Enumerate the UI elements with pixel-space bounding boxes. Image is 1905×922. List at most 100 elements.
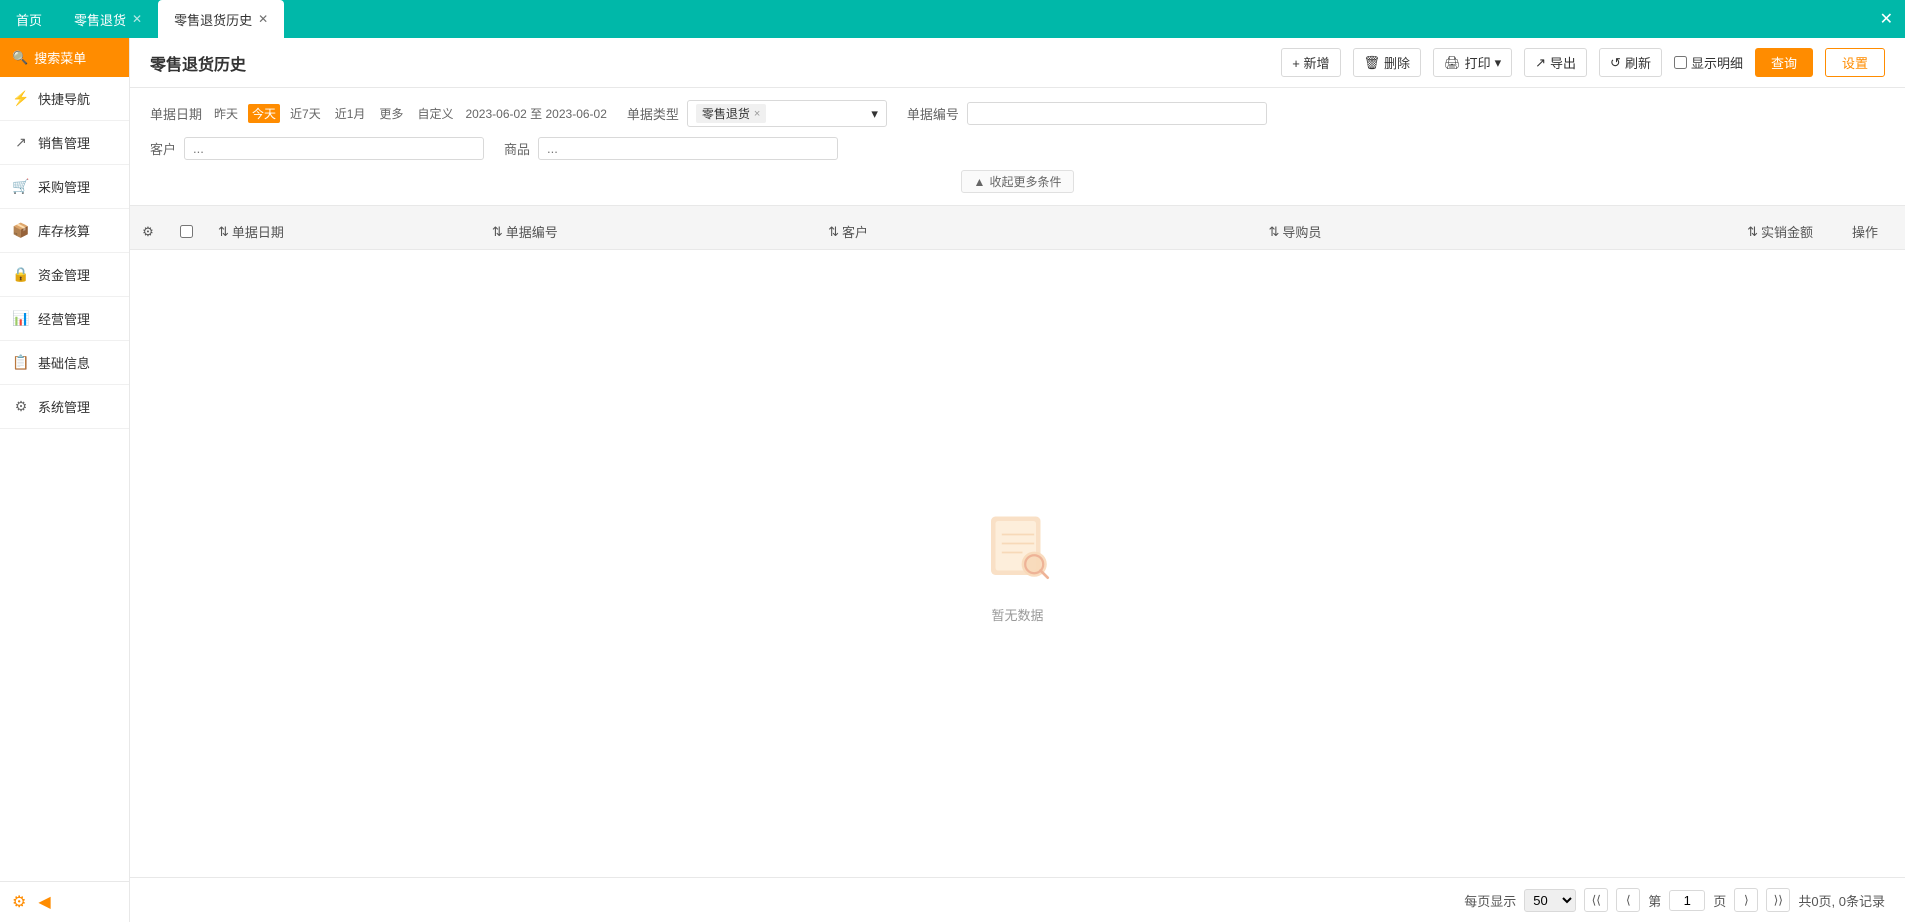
date-opt-today[interactable]: 今天 [248,104,280,123]
print-button[interactable]: 🖨 打印 ▾ [1433,48,1512,77]
date-opt-yesterday[interactable]: 昨天 [210,104,242,123]
bill-type-tag-text: 零售退货 [702,105,750,122]
first-page-button[interactable]: ⟨⟨ [1584,888,1608,912]
refresh-icon: ↺ [1610,55,1621,71]
quick-nav-icon: ⚡ [12,90,30,108]
collapse-button[interactable]: ▲ 收起更多条件 [961,170,1075,193]
window-close-icon[interactable]: ✕ [1880,9,1905,29]
collapse-sidebar-icon[interactable]: ◀ [38,892,50,912]
sidebar-item-operations[interactable]: 📊 经营管理 [0,297,129,341]
search-icon: 🔍 [12,50,28,66]
bill-no-input[interactable] [967,102,1267,125]
goods-input[interactable] [538,137,838,160]
tab-retail-return-close[interactable]: ✕ [132,12,142,26]
date-opt-1month[interactable]: 近1月 [331,104,370,123]
empty-state-icon [973,503,1063,593]
table-header: ⚙ ⇅ 单据日期 ⇅ 单据编号 ⇅ 客户 ⇅ 导购员 [130,214,1905,250]
th-date: ⇅ 单据日期 [206,222,480,241]
system-mgmt-icon: ⚙ [12,398,30,416]
operations-icon: 📊 [12,310,30,328]
inventory-icon: 📦 [12,222,30,240]
sidebar-search-label: 搜索菜单 [34,48,86,67]
date-range-text: 2023-06-02 至 2023-06-02 [465,105,606,122]
customer-input[interactable] [184,137,484,160]
tab-retail-return-history-close[interactable]: ✕ [258,12,268,26]
collapse-icon: ▲ [974,175,986,189]
export-button[interactable]: ↗ 导出 [1524,48,1587,77]
show-detail-checkbox-label[interactable]: 显示明细 [1674,53,1743,72]
th-bill: ⇅ 单据编号 [480,222,816,241]
sidebar-item-purchase-label: 采购管理 [38,177,90,196]
tab-retail-return-history[interactable]: 零售退货历史 ✕ [158,0,284,38]
bill-type-label: 单据类型 [627,104,679,123]
th-amount-sort-icon[interactable]: ⇅ [1747,224,1758,240]
bill-no-label: 单据编号 [907,104,959,123]
collapse-row: ▲ 收起更多条件 [150,170,1885,193]
settings-bottom-icon[interactable]: ⚙ [12,892,26,912]
tab-home[interactable]: 首页 [0,0,58,38]
bill-type-tag-close[interactable]: × [754,108,760,120]
sidebar-item-inventory[interactable]: 📦 库存核算 [0,209,129,253]
prev-page-button[interactable]: ⟨ [1616,888,1640,912]
last-page-button[interactable]: ⟩⟩ [1766,888,1790,912]
table-area: ⚙ ⇅ 单据日期 ⇅ 单据编号 ⇅ 客户 ⇅ 导购员 [130,214,1905,922]
show-detail-checkbox[interactable] [1674,56,1687,69]
delete-icon: 🗑 [1364,55,1381,71]
date-opt-7days[interactable]: 近7天 [286,104,325,123]
customer-filter: 客户 [150,137,484,160]
th-date-sort-icon[interactable]: ⇅ [218,224,229,240]
sidebar-item-sales-mgmt[interactable]: ↗ 销售管理 [0,121,129,165]
select-all-checkbox[interactable] [180,225,193,238]
sidebar-item-inventory-label: 库存核算 [38,221,90,240]
bill-type-dropdown-icon: ▾ [871,106,878,122]
page-number-input[interactable] [1669,890,1705,911]
delete-button[interactable]: 🗑 删除 [1353,48,1422,77]
header-actions: + 新增 🗑 删除 🖨 打印 ▾ ↗ 导出 ↺ 刷新 [1281,48,1885,77]
th-settings[interactable]: ⚙ [130,224,166,240]
th-bill-label: 单据编号 [506,222,558,241]
next-page-button[interactable]: ⟩ [1734,888,1758,912]
tab-home-label: 首页 [16,10,42,29]
th-amount-label: 实销金额 [1761,222,1813,241]
date-options: 昨天 今天 近7天 近1月 更多 自定义 [210,104,457,123]
sidebar-item-basic-info[interactable]: 📋 基础信息 [0,341,129,385]
th-amount: ⇅ 实销金额 [1593,222,1825,241]
finance-icon: 🔒 [12,266,30,284]
setting-button[interactable]: 设置 [1825,48,1885,77]
sidebar-item-quick-nav[interactable]: ⚡ 快捷导航 [0,77,129,121]
tab-retail-return[interactable]: 零售退货 ✕ [58,0,158,38]
bill-type-filter: 单据类型 零售退货 × ▾ [627,100,887,127]
sidebar-bottom: ⚙ ◀ [0,881,129,922]
page-size-select[interactable]: 50 100 200 [1524,889,1576,912]
sidebar-item-operations-label: 经营管理 [38,309,90,328]
th-guide-sort-icon[interactable]: ⇅ [1269,224,1280,240]
add-button[interactable]: + 新增 [1281,48,1340,77]
customer-filter-label: 客户 [150,139,176,158]
refresh-button[interactable]: ↺ 刷新 [1599,48,1662,77]
bill-type-select[interactable]: 零售退货 × ▾ [687,100,887,127]
bill-no-filter: 单据编号 [907,102,1267,125]
th-customer-sort-icon[interactable]: ⇅ [828,224,839,240]
filter-row-1: 单据日期 昨天 今天 近7天 近1月 更多 自定义 2023-06-02 至 2… [150,100,1885,127]
sidebar-item-finance[interactable]: 🔒 资金管理 [0,253,129,297]
sidebar-item-system-mgmt-label: 系统管理 [38,397,90,416]
query-button[interactable]: 查询 [1755,48,1813,77]
sidebar-item-purchase-mgmt[interactable]: 🛒 采购管理 [0,165,129,209]
th-operation: 操作 [1825,222,1905,241]
sales-icon: ↗ [12,134,30,152]
th-checkbox[interactable] [166,225,206,238]
tab-bar: 首页 零售退货 ✕ 零售退货历史 ✕ ✕ [0,0,1905,38]
date-opt-custom[interactable]: 自定义 [413,104,457,123]
th-bill-sort-icon[interactable]: ⇅ [492,224,503,240]
total-info: 共0页, 0条记录 [1798,891,1885,910]
page-label: 第 [1648,891,1661,910]
empty-state: 暂无数据 [130,250,1905,877]
sidebar-item-system-mgmt[interactable]: ⚙ 系统管理 [0,385,129,429]
bill-type-tag: 零售退货 × [696,104,766,123]
sidebar-search[interactable]: 🔍 搜索菜单 [0,38,129,77]
export-icon: ↗ [1535,55,1546,71]
sidebar-item-finance-label: 资金管理 [38,265,90,284]
print-icon: 🖨 [1444,55,1461,71]
date-opt-more[interactable]: 更多 [375,104,407,123]
print-dropdown-icon: ▾ [1495,55,1502,71]
